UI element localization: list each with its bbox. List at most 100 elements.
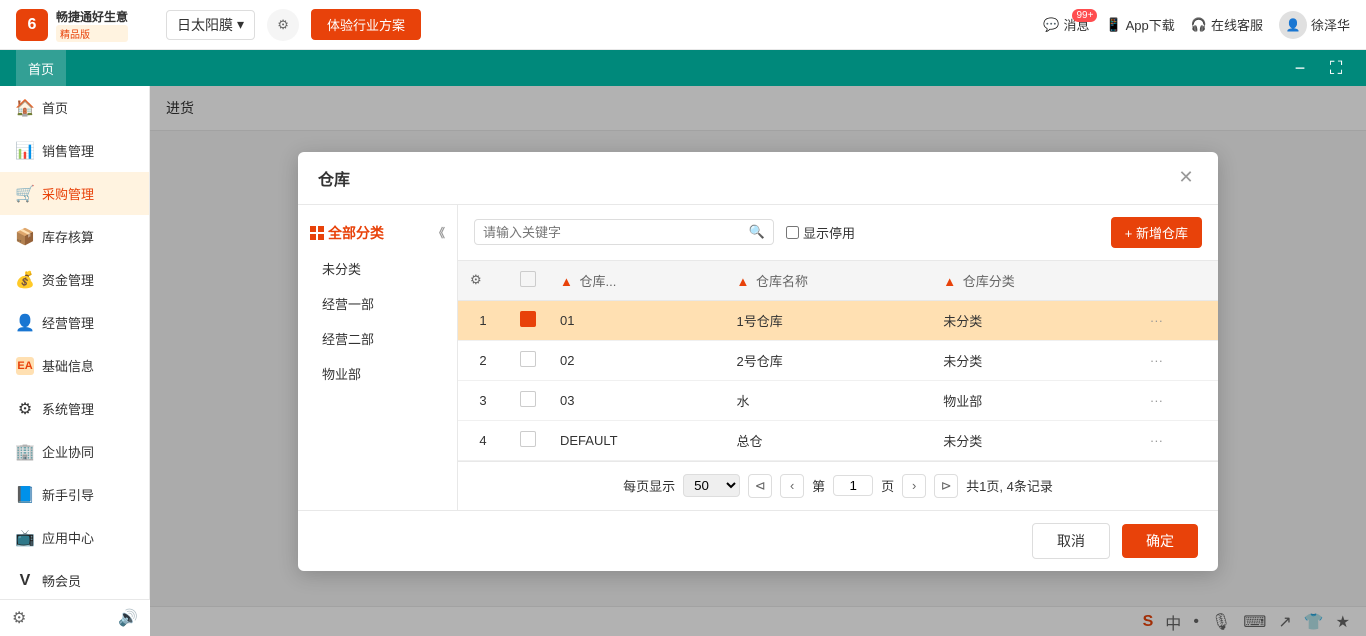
row-more[interactable]: ··· [1138,380,1218,420]
category-collapse-button[interactable]: 《 [433,224,445,241]
phone-icon: 📱 [1105,17,1121,33]
inventory-icon: 📦 [16,228,34,246]
member-icon: V [16,572,34,590]
table-row[interactable]: 3 03 水 物业部 ··· [458,380,1218,420]
table-row[interactable]: 1 01 1号仓库 未分类 ··· [458,300,1218,340]
row-checkbox-cell[interactable] [508,300,548,340]
category-header[interactable]: 全部分类 《 [298,215,457,251]
maximize-button[interactable]: ⛶ [1322,54,1350,82]
purchase-icon: 🛒 [16,185,34,203]
table-panel: 🔍 显示停用 + 新增仓库 [458,205,1218,510]
sidebar-item-finance[interactable]: 💰 资金管理 [0,258,149,301]
store-selector[interactable]: 日太阳膜 ▾ [166,10,255,40]
volume-icon[interactable]: 🔊 [118,608,138,628]
settings-icon[interactable]: ⚙ [267,9,299,41]
sidebar-item-member[interactable]: V 畅会员 [0,559,149,602]
sidebar-item-purchase[interactable]: 🛒 采购管理 [0,172,149,215]
home-icon: 🏠 [16,99,34,117]
warehouse-table: ⚙ ▲ 仓库... [458,261,1218,461]
prev-page-button[interactable]: ‹ [780,474,804,498]
col-settings: ⚙ [458,261,508,301]
next-page-button[interactable]: › [902,474,926,498]
user-menu[interactable]: 👤 徐泽华 [1279,11,1350,39]
page-input[interactable] [833,475,873,496]
row-more[interactable]: ··· [1138,300,1218,340]
more-dots-icon[interactable]: ··· [1150,433,1163,448]
table-row[interactable]: 4 DEFAULT 总仓 未分类 ··· [458,420,1218,460]
finance-icon: 💰 [16,271,34,289]
warehouse-modal: 仓库 ✕ [298,152,1218,571]
sidebar-item-basic-info[interactable]: EA 基础信息 [0,344,149,387]
row-code: DEFAULT [548,420,725,460]
row-category: 未分类 [931,300,1138,340]
row-checkbox-cell[interactable] [508,380,548,420]
col-category: ▲ 仓库分类 [931,261,1138,301]
category-item-uncategorized[interactable]: 未分类 [298,251,457,286]
logo-icon: 6 [16,9,48,41]
sidebar-item-system[interactable]: ⚙ 系统管理 [0,387,149,430]
row-more[interactable]: ··· [1138,420,1218,460]
online-service-button[interactable]: 🎧 在线客服 [1191,15,1263,34]
confirm-button[interactable]: 确定 [1122,524,1198,558]
settings-bottom-icon[interactable]: ⚙ [12,608,26,628]
row-num: 4 [458,420,508,460]
enterprise-icon: 🏢 [16,443,34,461]
header-checkbox[interactable] [520,271,536,287]
sidebar: 🏠 首页 📊 销售管理 🛒 采购管理 📦 库存核算 💰 资金管理 👤 经营管理 … [0,86,150,636]
row-checkbox[interactable] [520,311,536,327]
row-checkbox-cell[interactable] [508,420,548,460]
sidebar-item-enterprise[interactable]: 🏢 企业协同 [0,430,149,473]
category-item-property[interactable]: 物业部 [298,356,457,391]
category-item-ops1[interactable]: 经营一部 [298,286,457,321]
sidebar-item-home[interactable]: 🏠 首页 [0,86,149,129]
row-more[interactable]: ··· [1138,340,1218,380]
row-category: 物业部 [931,380,1138,420]
modal-body: 全部分类 《 未分类 经营一部 经营二部 物业部 [298,205,1218,510]
logo-area: 6 畅捷通好生意 精品版 [16,8,166,42]
top-header: 6 畅捷通好生意 精品版 日太阳膜 ▾ ⚙ 体验行业方案 💬 消息 99+ 📱 … [0,0,1366,50]
sidebar-item-guide[interactable]: 📘 新手引导 [0,473,149,516]
sidebar-item-operation[interactable]: 👤 经营管理 [0,301,149,344]
cancel-button[interactable]: 取消 [1032,523,1110,559]
more-dots-icon[interactable]: ··· [1150,313,1163,328]
trial-button[interactable]: 体验行业方案 [311,9,421,40]
row-checkbox-cell[interactable] [508,340,548,380]
guide-icon: 📘 [16,486,34,504]
per-page-select[interactable]: 50 20 100 [683,474,740,497]
minimize-button[interactable]: − [1286,54,1314,82]
category-panel: 全部分类 《 未分类 经营一部 经营二部 物业部 [298,205,458,510]
message-button[interactable]: 💬 消息 99+ [1043,15,1089,34]
show-disabled-label[interactable]: 显示停用 [786,223,855,242]
grid-icon [310,226,324,240]
last-page-button[interactable]: ⊳ [934,474,958,498]
col-code: ▲ 仓库... [548,261,725,301]
show-disabled-checkbox[interactable] [786,226,799,239]
total-text: 共1页, 4条记录 [966,476,1053,495]
sidebar-item-sales[interactable]: 📊 销售管理 [0,129,149,172]
row-checkbox[interactable] [520,431,536,447]
gear-icon: ⚙ [470,272,482,287]
first-page-button[interactable]: ⊲ [748,474,772,498]
row-category: 未分类 [931,340,1138,380]
row-checkbox[interactable] [520,351,536,367]
avatar: 👤 [1279,11,1307,39]
new-warehouse-button[interactable]: + 新增仓库 [1111,217,1202,248]
sidebar-item-inventory[interactable]: 📦 库存核算 [0,215,149,258]
row-checkbox[interactable] [520,391,536,407]
sidebar-item-appstore[interactable]: 📺 应用中心 [0,516,149,559]
appstore-icon: 📺 [16,529,34,547]
more-dots-icon[interactable]: ··· [1150,393,1163,408]
search-input-wrap: 🔍 [474,219,774,245]
category-item-ops2[interactable]: 经营二部 [298,321,457,356]
app-download-button[interactable]: 📱 App下载 [1105,15,1174,34]
col-name: ▲ 仓库名称 [725,261,932,301]
modal-footer: 取消 确定 [298,510,1218,571]
nav-home[interactable]: 首页 [16,50,66,86]
modal-close-button[interactable]: ✕ [1174,166,1198,190]
search-input[interactable] [483,225,743,240]
more-dots-icon[interactable]: ··· [1150,353,1163,368]
modal-backdrop: 仓库 ✕ [150,86,1366,636]
table-row[interactable]: 2 02 2号仓库 未分类 ··· [458,340,1218,380]
col-checkbox [508,261,548,301]
modal-header: 仓库 ✕ [298,152,1218,205]
